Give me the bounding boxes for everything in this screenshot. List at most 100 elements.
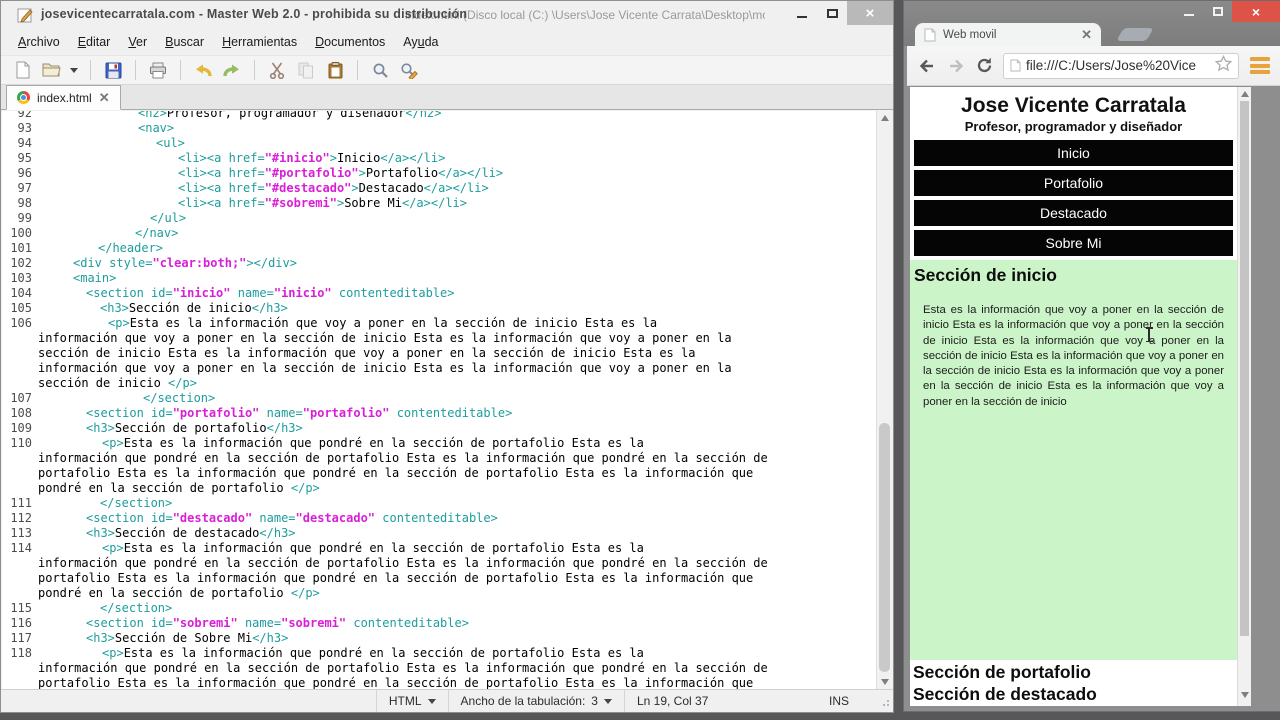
browser-maximize-button[interactable] — [1203, 1, 1232, 22]
editor-scrollbar-thumb[interactable] — [879, 423, 890, 672]
paste-icon[interactable] — [322, 57, 348, 83]
scroll-down-icon[interactable] — [881, 679, 889, 685]
toolbar-separator — [180, 60, 181, 80]
code-line-98[interactable]: 98 <li><a href="#sobremi">Sobre Mi</a></l… — [2, 196, 876, 211]
scroll-down-icon[interactable] — [1241, 692, 1249, 698]
open-icon[interactable] — [38, 57, 64, 83]
new-tab-button[interactable] — [1116, 28, 1154, 41]
code-line-104[interactable]: 104 <section id="inicio" name="inicio" co… — [2, 286, 876, 301]
page-nav-portafolio[interactable]: Portafolio — [914, 170, 1233, 196]
code-line-111[interactable]: 111 </section> — [2, 496, 876, 511]
find-icon[interactable] — [367, 57, 393, 83]
editor-scrollbar[interactable] — [876, 111, 892, 689]
code-line-105[interactable]: 105 <h3>Sección de inicio</h3> — [2, 301, 876, 316]
browser-scrollbar[interactable] — [1237, 87, 1251, 706]
code-line-118[interactable]: 118 <p>Esta es la información que pondré … — [2, 646, 876, 661]
find-replace-icon[interactable] — [396, 57, 422, 83]
code-line-95[interactable]: 95 <li><a href="#inicio">Inicio</a></li> — [2, 151, 876, 166]
code-line-wrap[interactable]: portafolio Esta es la información que po… — [2, 571, 876, 586]
browser-minimize-button[interactable] — [1174, 1, 1203, 22]
code-line-wrap[interactable]: sección de inicio </p> — [2, 376, 876, 391]
code-line-114[interactable]: 114 <p>Esta es la información que pondré … — [2, 541, 876, 556]
browser-menu-icon[interactable] — [1248, 55, 1272, 76]
line-number: 99 — [17, 211, 32, 225]
new-document-icon[interactable] — [9, 57, 35, 83]
language-dropdown[interactable]: HTML — [375, 690, 448, 712]
code-line-116[interactable]: 116 <section id="sobremi" name="sobremi" … — [2, 616, 876, 631]
code-line-wrap[interactable]: información que pondré en la sección de … — [2, 556, 876, 571]
menu-editar[interactable]: Editar — [69, 31, 120, 53]
code-line-115[interactable]: 115 </section> — [2, 601, 876, 616]
code-line-103[interactable]: 103 <main> — [2, 271, 876, 286]
code-line-112[interactable]: 112 <section id="destacado" name="destaca… — [2, 511, 876, 526]
page-nav-sobre-mi[interactable]: Sobre Mi — [914, 230, 1233, 256]
back-icon[interactable] — [917, 56, 937, 76]
menu-buscar[interactable]: Buscar — [156, 31, 213, 53]
menu-ayuda[interactable]: Ayuda — [394, 31, 447, 53]
code-line-101[interactable]: 101 </header> — [2, 241, 876, 256]
code-line-wrap[interactable]: portafolio Esta es la información que po… — [2, 676, 876, 689]
browser-scrollbar-thumb[interactable] — [1240, 101, 1249, 636]
code-line-wrap[interactable]: portafolio Esta es la información que po… — [2, 466, 876, 481]
address-bar[interactable]: file:///C:/Users/Jose%20Vice — [1003, 52, 1239, 79]
code-line-wrap[interactable]: información que pondré en la sección de … — [2, 661, 876, 676]
browser-tab[interactable]: Web movil ✕ — [915, 23, 1101, 46]
code-line-99[interactable]: 99 </ul> — [2, 211, 876, 226]
code-line-94[interactable]: 94 <ul> — [2, 136, 876, 151]
code-line-110[interactable]: 110 <p>Esta es la información que pondré … — [2, 436, 876, 451]
gedit-maximize-button[interactable] — [817, 1, 847, 25]
line-number: 111 — [10, 496, 32, 510]
cut-icon[interactable] — [264, 57, 290, 83]
page-nav-destacado[interactable]: Destacado — [914, 200, 1233, 226]
code-line-wrap[interactable]: pondré en la sección de portafolio </p> — [2, 586, 876, 601]
code-line-wrap[interactable]: sección de inicio Esta es la información… — [2, 346, 876, 361]
code-line-wrap[interactable]: información que voy a poner en la secció… — [2, 331, 876, 346]
code-line-wrap[interactable]: información que voy a poner en la secció… — [2, 361, 876, 376]
code-line-97[interactable]: 97 <li><a href="#destacado">Destacado</a>… — [2, 181, 876, 196]
code-line-93[interactable]: 93 <nav> — [2, 121, 876, 136]
toolbar-separator — [254, 60, 255, 80]
code-line-108[interactable]: 108 <section id="portafolio" name="portaf… — [2, 406, 876, 421]
redo-icon[interactable] — [219, 57, 245, 83]
section-heading[interactable]: Sección de portafolio — [913, 662, 1237, 682]
section-inicio-heading[interactable]: Sección de inicio — [910, 260, 1237, 286]
copy-icon[interactable] — [293, 57, 319, 83]
bookmark-star-icon[interactable] — [1214, 54, 1233, 77]
code-line-106[interactable]: 106 <p>Esta es la información que voy a p… — [2, 316, 876, 331]
code-line-117[interactable]: 117 <h3>Sección de Sobre Mi</h3> — [2, 631, 876, 646]
menu-documentos[interactable]: Documentos — [306, 31, 394, 53]
forward-icon[interactable] — [946, 56, 966, 76]
code-line-wrap[interactable]: información que pondré en la sección de … — [2, 451, 876, 466]
code-line-92[interactable]: 92 <h2>Profesor, programador y diseñador<… — [2, 111, 876, 121]
tab-width-dropdown[interactable]: Ancho de la tabulación: 3 — [447, 690, 624, 712]
code-line-wrap[interactable]: pondré en la sección de portafolio </p> — [2, 481, 876, 496]
gedit-close-button[interactable]: × — [847, 1, 893, 25]
menu-herramientas[interactable]: Herramientas — [213, 31, 306, 53]
gedit-minimize-button[interactable] — [787, 1, 817, 25]
code-line-113[interactable]: 113 <h3>Sección de destacado</h3> — [2, 526, 876, 541]
save-icon[interactable] — [100, 57, 126, 83]
browser-close-button[interactable]: × — [1232, 1, 1280, 22]
print-icon[interactable] — [145, 57, 171, 83]
section-inicio-text[interactable]: Esta es la información que voy a poner e… — [923, 303, 1224, 410]
scroll-up-icon[interactable] — [1240, 91, 1249, 97]
resize-grip[interactable] — [877, 694, 891, 708]
code-line-102[interactable]: 102 <div style="clear:both;"></div> — [2, 256, 876, 271]
open-dropdown-icon[interactable] — [67, 57, 81, 83]
scroll-up-icon[interactable] — [880, 115, 889, 121]
section-inicio[interactable]: Sección de inicio Esta es la información… — [910, 260, 1237, 660]
menu-ver[interactable]: Ver — [119, 31, 156, 53]
menu-archivo[interactable]: Archivo — [9, 31, 69, 53]
undo-icon[interactable] — [190, 57, 216, 83]
code-line-107[interactable]: 107 </section> — [2, 391, 876, 406]
reload-icon[interactable] — [975, 56, 994, 75]
page-nav-inicio[interactable]: Inicio — [914, 140, 1233, 166]
code-line-109[interactable]: 109 <h3>Sección de portafolio</h3> — [2, 421, 876, 436]
code-line-96[interactable]: 96 <li><a href="#portafolio">Portafolio</… — [2, 166, 876, 181]
tab-close-icon[interactable]: ✕ — [99, 91, 110, 104]
code-line-100[interactable]: 100 </nav> — [2, 226, 876, 241]
section-heading[interactable]: Sección de destacado — [913, 684, 1237, 704]
tab-index-html[interactable]: index.html ✕ — [6, 85, 121, 110]
browser-tab-close-icon[interactable]: ✕ — [1081, 28, 1092, 41]
code-editor[interactable]: 92 <h2>Profesor, programador y diseñador<… — [2, 111, 876, 689]
